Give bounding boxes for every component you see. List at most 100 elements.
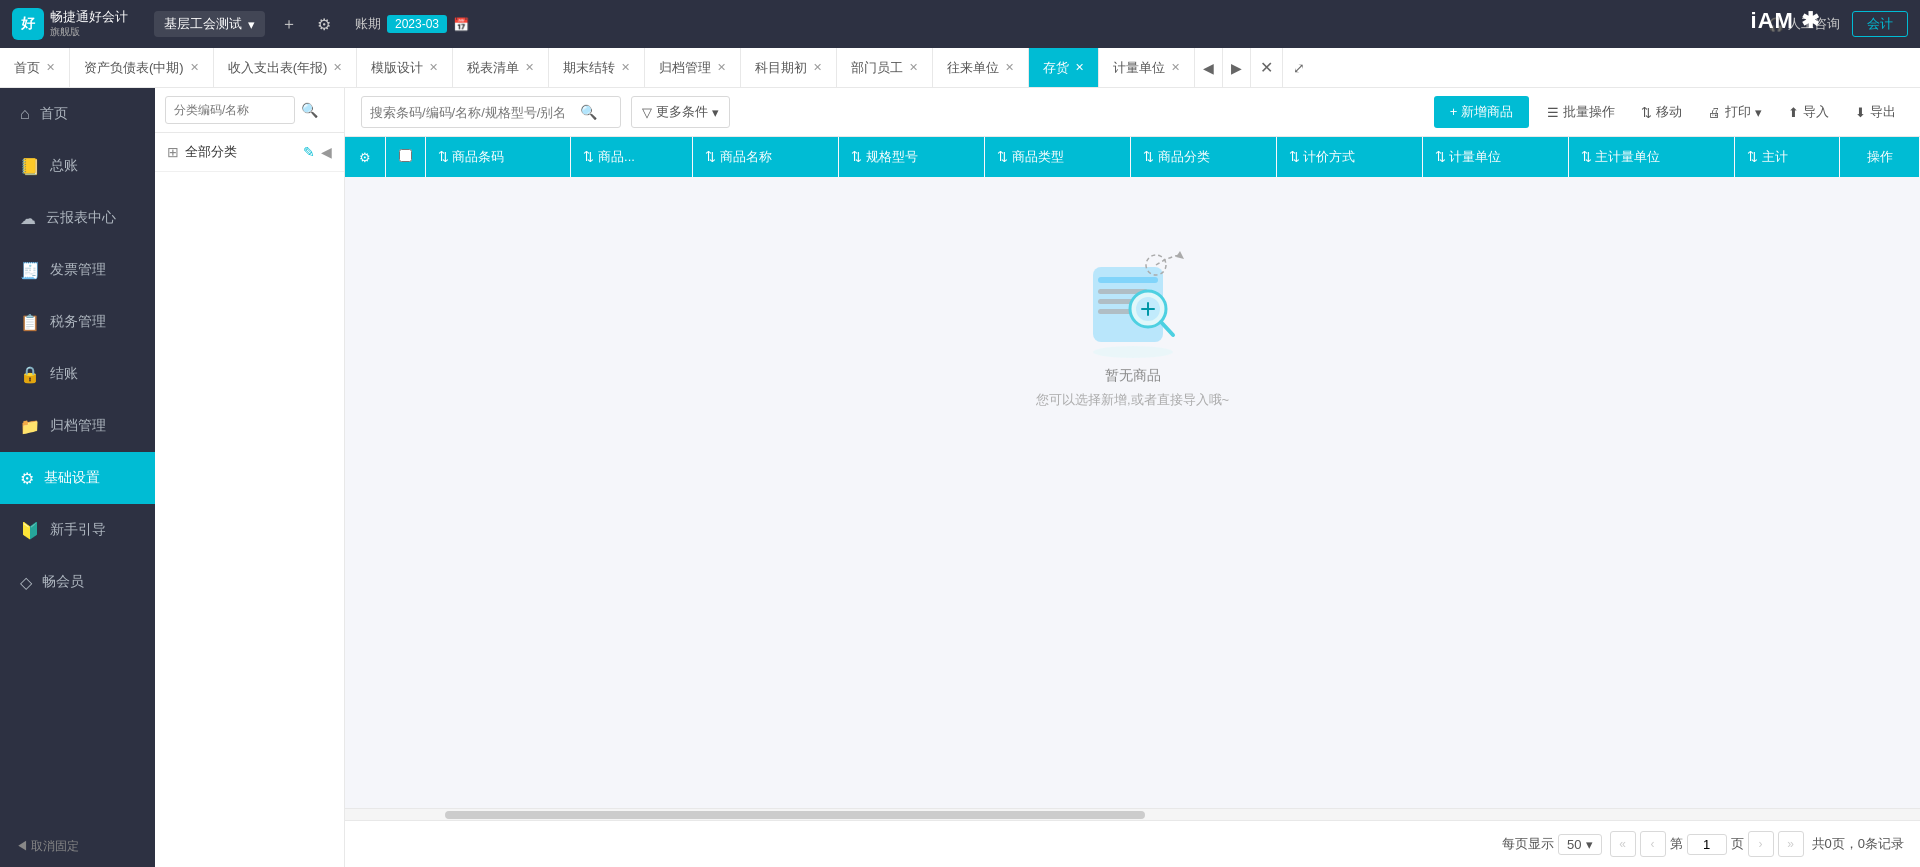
category-search-bar: 🔍 <box>155 88 344 133</box>
company-selector[interactable]: 基层工会测试 ▾ <box>154 11 265 37</box>
col-type[interactable]: ⇅ 商品类型 <box>985 137 1131 177</box>
sidebar: ⌂ 首页 📒 总账 ☁ 云报表中心 🧾 发票管理 📋 税务管理 🔒 结账 📁 归… <box>0 88 155 867</box>
page-input[interactable] <box>1687 834 1727 855</box>
empty-illustration <box>1068 237 1198 367</box>
tab-expand-button[interactable]: ⤢ <box>1283 48 1315 88</box>
new-product-label: + 新增商品 <box>1450 103 1513 121</box>
logo-icon: 好 <box>12 8 44 40</box>
logo-text-group: 畅捷通好会计 旗舰版 <box>50 9 128 39</box>
action-bar: 🔍 ▽ 更多条件 ▾ + 新增商品 ☰ 批量操作 <box>345 88 1920 137</box>
sidebar-item-invoice[interactable]: 🧾 发票管理 <box>0 244 155 296</box>
tab-period-carry[interactable]: 期末结转 ✕ <box>549 48 645 88</box>
sidebar-item-archive[interactable]: 📁 归档管理 <box>0 400 155 452</box>
tab-subject-init[interactable]: 科目期初 ✕ <box>741 48 837 88</box>
select-all-checkbox[interactable] <box>399 149 412 162</box>
add-tab-button[interactable]: ＋ <box>277 14 301 35</box>
scrollbar-thumb[interactable] <box>445 811 1145 819</box>
tab-measure[interactable]: 计量单位 ✕ <box>1099 48 1195 88</box>
sidebar-item-member[interactable]: ◇ 畅会员 <box>0 556 155 608</box>
tab-scroll-right[interactable]: ▶ <box>1223 48 1251 88</box>
tab-department-close[interactable]: ✕ <box>909 61 918 74</box>
page-size-box[interactable]: 50 ▾ <box>1558 834 1601 855</box>
batch-operation-button[interactable]: ☰ 批量操作 <box>1539 96 1623 128</box>
product-search-icon[interactable]: 🔍 <box>580 104 597 120</box>
edit-category-icon[interactable]: ✎ <box>303 144 315 160</box>
col-checkbox[interactable] <box>385 137 425 177</box>
sidebar-item-ledger[interactable]: 📒 总账 <box>0 140 155 192</box>
move-button[interactable]: ⇅ 移动 <box>1633 96 1690 128</box>
sidebar-item-guide[interactable]: 🔰 新手引导 <box>0 504 155 556</box>
content-area: 🔍 ⊞ 全部分类 ✎ ◀ 🔍 ▽ <box>155 88 1920 867</box>
tab-contacts-close[interactable]: ✕ <box>1005 61 1014 74</box>
tab-template-close[interactable]: ✕ <box>429 61 438 74</box>
product-search-input[interactable] <box>370 105 580 120</box>
tab-archive-close[interactable]: ✕ <box>717 61 726 74</box>
all-category-item[interactable]: ⊞ 全部分类 ✎ ◀ <box>155 133 344 172</box>
col-category[interactable]: ⇅ 商品分类 <box>1130 137 1276 177</box>
sidebar-reports-label: 云报表中心 <box>46 209 116 227</box>
print-icon: 🖨 <box>1708 105 1721 120</box>
top-bar: 好 畅捷通好会计 旗舰版 基层工会测试 ▾ ＋ ⚙ 账期 2023-03 📅 i… <box>0 0 1920 48</box>
tab-inventory-close[interactable]: ✕ <box>1075 61 1084 74</box>
tab-home-close[interactable]: ✕ <box>46 61 55 74</box>
sidebar-pin-toggle[interactable]: ◀ 取消固定 <box>0 826 155 867</box>
tab-tax-table[interactable]: 税表清单 ✕ <box>453 48 549 88</box>
export-button[interactable]: ⬇ 导出 <box>1847 96 1904 128</box>
tab-template[interactable]: 模版设计 ✕ <box>357 48 453 88</box>
category-search-icon[interactable]: 🔍 <box>295 96 323 124</box>
page-navigation: « ‹ 第 页 › » <box>1610 831 1804 857</box>
closing-icon: 🔒 <box>20 365 40 384</box>
page-size-selector: 每页显示 50 ▾ <box>1502 834 1601 855</box>
app-name: 畅捷通好会计 <box>50 9 128 25</box>
tab-archive[interactable]: 归档管理 ✕ <box>645 48 741 88</box>
col-barcode[interactable]: ⇅ 商品条码 <box>425 137 571 177</box>
tab-tax-table-close[interactable]: ✕ <box>525 61 534 74</box>
left-category-panel: 🔍 ⊞ 全部分类 ✎ ◀ <box>155 88 345 867</box>
new-product-button[interactable]: + 新增商品 <box>1434 96 1529 128</box>
category-search-input[interactable] <box>165 96 295 124</box>
col-main-count[interactable]: ⇅ 主计 <box>1735 137 1840 177</box>
tab-period-label: 期末结转 <box>563 59 615 77</box>
tab-balance-close[interactable]: ✕ <box>190 61 199 74</box>
tab-close-all-button[interactable]: ✕ <box>1251 48 1283 88</box>
sidebar-item-home[interactable]: ⌂ 首页 <box>0 88 155 140</box>
settings-icon[interactable]: ⚙ <box>313 15 335 34</box>
col-code[interactable]: ⇅ 商品... <box>571 137 693 177</box>
first-page-button[interactable]: « <box>1610 831 1636 857</box>
col-main-unit[interactable]: ⇅ 主计量单位 <box>1568 137 1735 177</box>
collapse-panel-icon[interactable]: ◀ <box>321 144 332 160</box>
horizontal-scrollbar[interactable] <box>345 808 1920 820</box>
tab-bar: 首页 ✕ 资产负债表(中期) ✕ 收入支出表(年报) ✕ 模版设计 ✕ 税表清单… <box>0 48 1920 88</box>
tab-scroll-left[interactable]: ◀ <box>1195 48 1223 88</box>
sidebar-item-settings[interactable]: ⚙ 基础设置 <box>0 452 155 504</box>
col-settings[interactable]: ⚙ <box>345 137 385 177</box>
prev-page-button[interactable]: ‹ <box>1640 831 1666 857</box>
tab-department[interactable]: 部门员工 ✕ <box>837 48 933 88</box>
tab-income[interactable]: 收入支出表(年报) ✕ <box>214 48 358 88</box>
import-button[interactable]: ⬆ 导入 <box>1780 96 1837 128</box>
tab-inventory[interactable]: 存货 ✕ <box>1029 48 1099 88</box>
print-button[interactable]: 🖨 打印 ▾ <box>1700 96 1770 128</box>
tab-period-close[interactable]: ✕ <box>621 61 630 74</box>
sidebar-item-tax[interactable]: 📋 税务管理 <box>0 296 155 348</box>
tab-income-close[interactable]: ✕ <box>333 61 342 74</box>
tab-home[interactable]: 首页 ✕ <box>0 48 70 88</box>
next-page-button[interactable]: › <box>1748 831 1774 857</box>
tab-balance-sheet[interactable]: 资产负债表(中期) ✕ <box>70 48 214 88</box>
more-filter-button[interactable]: ▽ 更多条件 ▾ <box>631 96 730 128</box>
sidebar-item-reports[interactable]: ☁ 云报表中心 <box>0 192 155 244</box>
last-page-button[interactable]: » <box>1778 831 1804 857</box>
tab-subject-close[interactable]: ✕ <box>813 61 822 74</box>
tab-contacts[interactable]: 往来单位 ✕ <box>933 48 1029 88</box>
grid-icon: ⊞ <box>167 144 179 160</box>
col-name[interactable]: ⇅ 商品名称 <box>693 137 839 177</box>
col-pricing[interactable]: ⇅ 计价方式 <box>1276 137 1422 177</box>
tab-measure-close[interactable]: ✕ <box>1171 61 1180 74</box>
calendar-icon[interactable]: 📅 <box>453 17 469 32</box>
sidebar-item-closing[interactable]: 🔒 结账 <box>0 348 155 400</box>
prev-page-icon: ‹ <box>1651 837 1655 851</box>
col-unit[interactable]: ⇅ 计量单位 <box>1422 137 1568 177</box>
account-label: 会计 <box>1867 16 1893 31</box>
col-spec[interactable]: ⇅ 规格型号 <box>839 137 985 177</box>
account-button[interactable]: 会计 <box>1852 11 1908 37</box>
